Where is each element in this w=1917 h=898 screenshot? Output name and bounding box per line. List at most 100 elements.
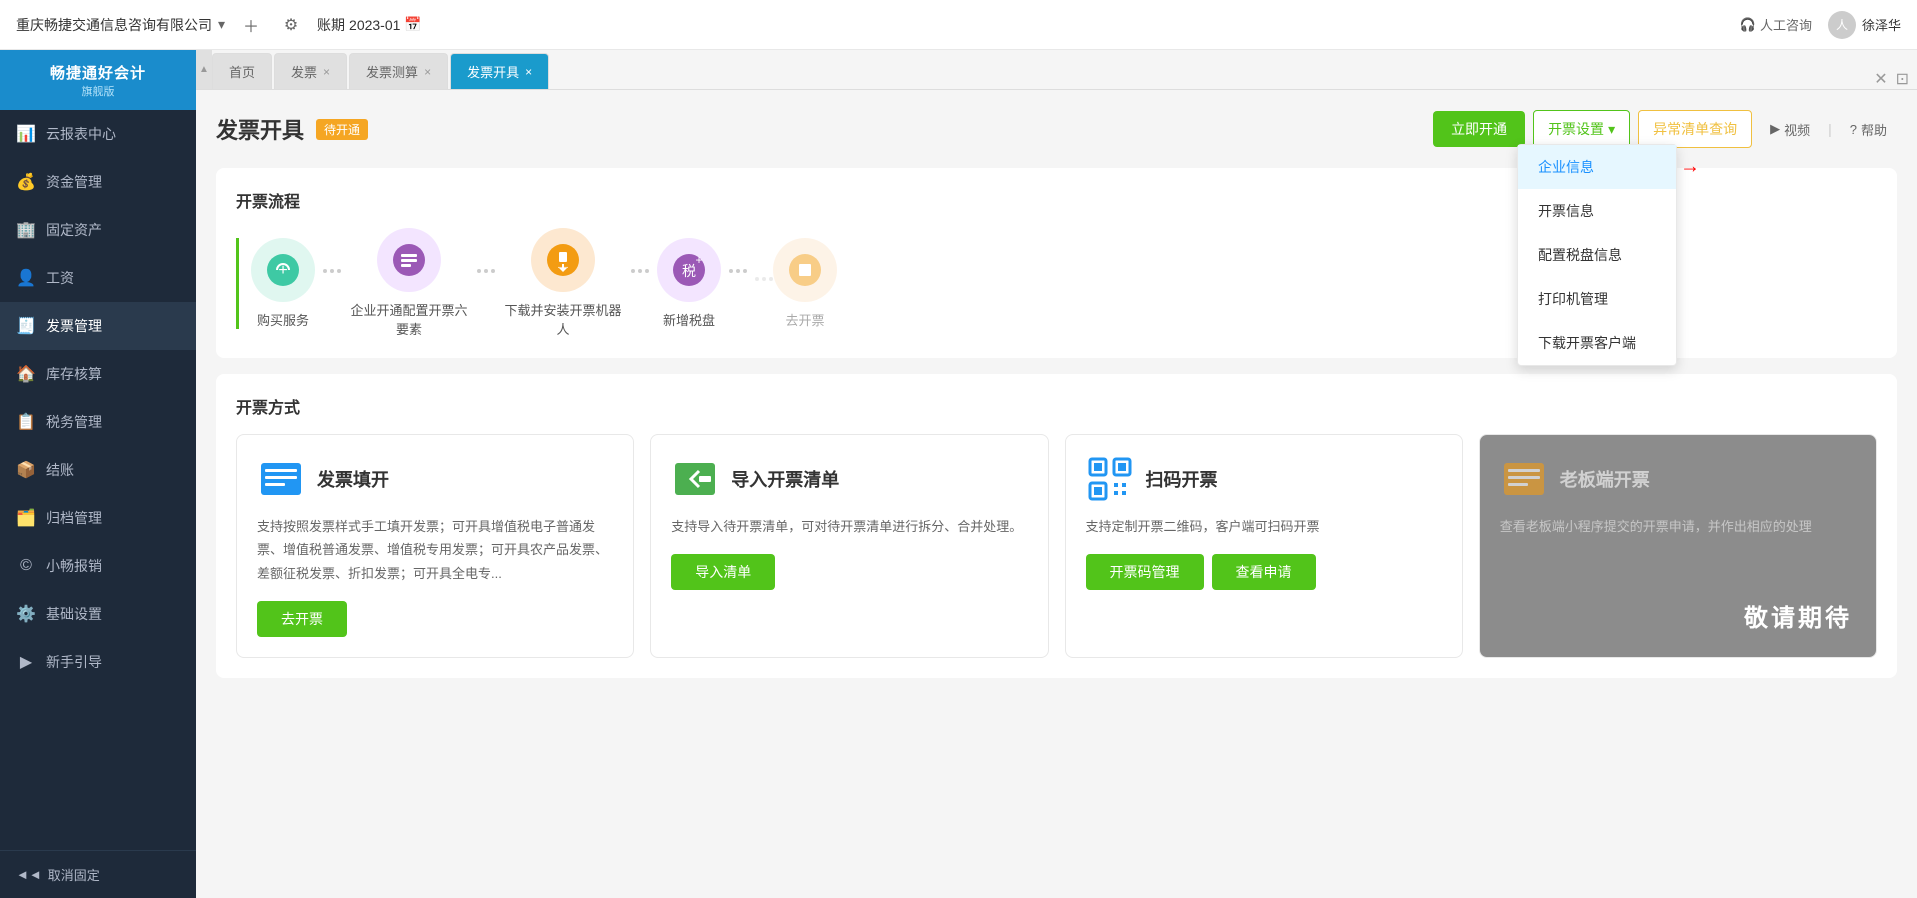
- tab-invoice-calc[interactable]: 发票测算 ×: [349, 53, 448, 89]
- flow-step-1: + 购买服务: [236, 238, 315, 329]
- top-bar-right: 🎧 人工咨询 人 徐泽华: [1740, 11, 1901, 39]
- boss-card-title: 老板端开票: [1560, 466, 1650, 492]
- user-menu[interactable]: 人 徐泽华: [1828, 11, 1901, 39]
- settings-button[interactable]: 开票设置 ▾: [1533, 110, 1630, 148]
- scan-card-title: 扫码开票: [1146, 466, 1218, 492]
- sidebar-item-archive[interactable]: 🗂️ 归档管理: [0, 494, 196, 542]
- dropdown-item-invoice-info[interactable]: 开票信息: [1518, 189, 1676, 233]
- sidebar-item-salary[interactable]: 👤 工资: [0, 254, 196, 302]
- video-button[interactable]: ▶ 视频: [1760, 112, 1820, 147]
- user-name: 徐泽华: [1862, 15, 1901, 34]
- app-logo: 畅捷通好会计 旗舰版: [0, 50, 196, 110]
- flow-step-config: 企业开通配置开票六要素: [349, 228, 469, 338]
- sidebar-label-fixed-assets: 固定资产: [46, 220, 102, 240]
- tab-home-label: 首页: [229, 62, 255, 81]
- tax-icon: 📋: [16, 412, 36, 432]
- sidebar-item-guide[interactable]: ▶ 新手引导: [0, 638, 196, 686]
- tab-home[interactable]: 首页: [212, 53, 272, 89]
- boss-card-icon: [1500, 455, 1548, 503]
- account-period: 账期 2023-01 📅: [317, 15, 422, 35]
- archive-icon: 🗂️: [16, 508, 36, 528]
- sidebar-label-report: 小畅报销: [46, 556, 102, 576]
- collapse-arrow-icon: ◄◄: [16, 867, 42, 882]
- sidebar-item-settle[interactable]: 📦 结账: [0, 446, 196, 494]
- settings-icon[interactable]: ⚙: [277, 11, 305, 39]
- import-card-title: 导入开票清单: [731, 466, 839, 492]
- manual-card-desc: 支持按照发票样式手工填开发票；可开具增值税电子普通发票、增值税普通发票、增值税专…: [257, 515, 613, 585]
- scan-code-manage-button[interactable]: 开票码管理: [1086, 554, 1204, 590]
- sidebar-item-report[interactable]: © 小畅报销: [0, 542, 196, 590]
- sidebar-label-fund: 资金管理: [46, 172, 102, 192]
- sidebar-item-tax[interactable]: 📋 税务管理: [0, 398, 196, 446]
- settings-dropdown-arrow: ▾: [1608, 121, 1615, 138]
- billing-section: 开票方式 发票填开 支持按照发票样式手工填开发票；可开具增值税电子普通发票、增值…: [216, 374, 1897, 678]
- sidebar-item-fund[interactable]: 💰 资金管理: [0, 158, 196, 206]
- config-step-icon: [377, 228, 441, 292]
- tab-expand-icon[interactable]: ⊡: [1896, 69, 1909, 89]
- separator: |: [1828, 121, 1832, 137]
- report-icon: ©: [16, 557, 36, 575]
- purchase-step-icon: +: [251, 238, 315, 302]
- manual-card-button[interactable]: 去开票: [257, 601, 347, 637]
- import-card-button[interactable]: 导入清单: [671, 554, 775, 590]
- consultant-label: 人工咨询: [1760, 15, 1812, 34]
- billing-card-scan: 扫码开票 支持定制开票二维码，客户端可扫码开票 开票码管理 查看申请: [1065, 434, 1463, 658]
- taxdisk-step-icon: 税+: [657, 238, 721, 302]
- scan-card-icon: [1086, 455, 1134, 503]
- tab-invoice-calc-close[interactable]: ×: [424, 65, 431, 79]
- tab-invoice-issue[interactable]: 发票开具 ×: [450, 53, 549, 89]
- tab-invoice-close[interactable]: ×: [323, 65, 330, 79]
- help-button[interactable]: ? 帮助: [1840, 112, 1897, 147]
- sidebar: 畅捷通好会计 旗舰版 📊 云报表中心 💰 资金管理 🏢 固定资产 👤 工资 🧾 …: [0, 50, 196, 898]
- avatar: 人: [1828, 11, 1856, 39]
- status-badge: 待开通: [316, 119, 368, 140]
- top-bar: 重庆畅捷交通信息咨询有限公司 ▾ ＋ ⚙ 账期 2023-01 📅 🎧 人工咨询…: [0, 0, 1917, 50]
- settings-dropdown-menu: 企业信息 → 开票信息 配置税盘信息 打印机管理 下载开票客户端: [1517, 144, 1677, 366]
- flow-connector-2: [469, 269, 503, 273]
- account-period-label: 账期: [317, 15, 345, 35]
- scan-card-buttons: 开票码管理 查看申请: [1086, 554, 1442, 590]
- tab-bar-right: ✕ ⊡: [1874, 69, 1917, 89]
- tab-invoice-issue-label: 发票开具: [467, 62, 519, 81]
- settings-dropdown-wrapper: 开票设置 ▾: [1533, 110, 1630, 148]
- flow-step-purchase: + 购买服务: [251, 238, 315, 329]
- dropdown-item-download-client[interactable]: 下载开票客户端: [1518, 321, 1676, 365]
- import-card-header: 导入开票清单: [671, 455, 1027, 503]
- sidebar-collapse-button[interactable]: ◄◄ 取消固定: [0, 850, 196, 898]
- headphone-icon: 🎧: [1740, 17, 1756, 33]
- svg-text:+: +: [695, 253, 702, 267]
- dropdown-item-tax-config[interactable]: 配置税盘信息: [1518, 233, 1676, 277]
- tab-scroll-left[interactable]: ▲: [196, 50, 212, 89]
- tab-invoice[interactable]: 发票 ×: [274, 53, 347, 89]
- company-arrow-icon: ▾: [218, 16, 225, 33]
- help-label: 帮助: [1861, 120, 1887, 139]
- tab-close-all-icon[interactable]: ✕: [1874, 69, 1887, 89]
- tab-invoice-label: 发票: [291, 62, 317, 81]
- consultant-button[interactable]: 🎧 人工咨询: [1740, 15, 1812, 34]
- scan-view-apply-button[interactable]: 查看申请: [1212, 554, 1316, 590]
- salary-icon: 👤: [16, 268, 36, 288]
- sidebar-label-cloud-report: 云报表中心: [46, 124, 116, 144]
- sidebar-item-fixed-assets[interactable]: 🏢 固定资产: [0, 206, 196, 254]
- dropdown-item-printer[interactable]: 打印机管理: [1518, 277, 1676, 321]
- sidebar-item-inventory[interactable]: 🏠 库存核算: [0, 350, 196, 398]
- sidebar-item-settings[interactable]: ⚙️ 基础设置: [0, 590, 196, 638]
- logo-text: 畅捷通好会计: [50, 62, 146, 83]
- manual-card-icon: [257, 455, 305, 503]
- sidebar-item-cloud-report[interactable]: 📊 云报表中心: [0, 110, 196, 158]
- calendar-icon[interactable]: 📅: [404, 16, 421, 33]
- abnormal-list-button[interactable]: 异常清单查询: [1638, 110, 1752, 148]
- dropdown-download-client-label: 下载开票客户端: [1538, 335, 1636, 351]
- billing-card-boss: 老板端开票 查看老板端小程序提交的开票申请，并作出相应的处理 敬请期待: [1479, 434, 1877, 658]
- manual-card-title: 发票填开: [317, 466, 389, 492]
- sidebar-item-invoice[interactable]: 🧾 发票管理: [0, 302, 196, 350]
- purchase-step-label: 购买服务: [257, 310, 309, 329]
- inventory-icon: 🏠: [16, 364, 36, 384]
- boss-card-content: 老板端开票 查看老板端小程序提交的开票申请，并作出相应的处理: [1500, 455, 1856, 538]
- activate-button[interactable]: 立即开通: [1433, 111, 1525, 147]
- tab-invoice-issue-close[interactable]: ×: [525, 65, 532, 79]
- dropdown-item-company-info[interactable]: 企业信息 →: [1518, 145, 1676, 189]
- add-tab-button[interactable]: ＋: [237, 11, 265, 39]
- red-arrow-icon: →: [1680, 156, 1700, 179]
- company-selector[interactable]: 重庆畅捷交通信息咨询有限公司 ▾: [16, 15, 225, 35]
